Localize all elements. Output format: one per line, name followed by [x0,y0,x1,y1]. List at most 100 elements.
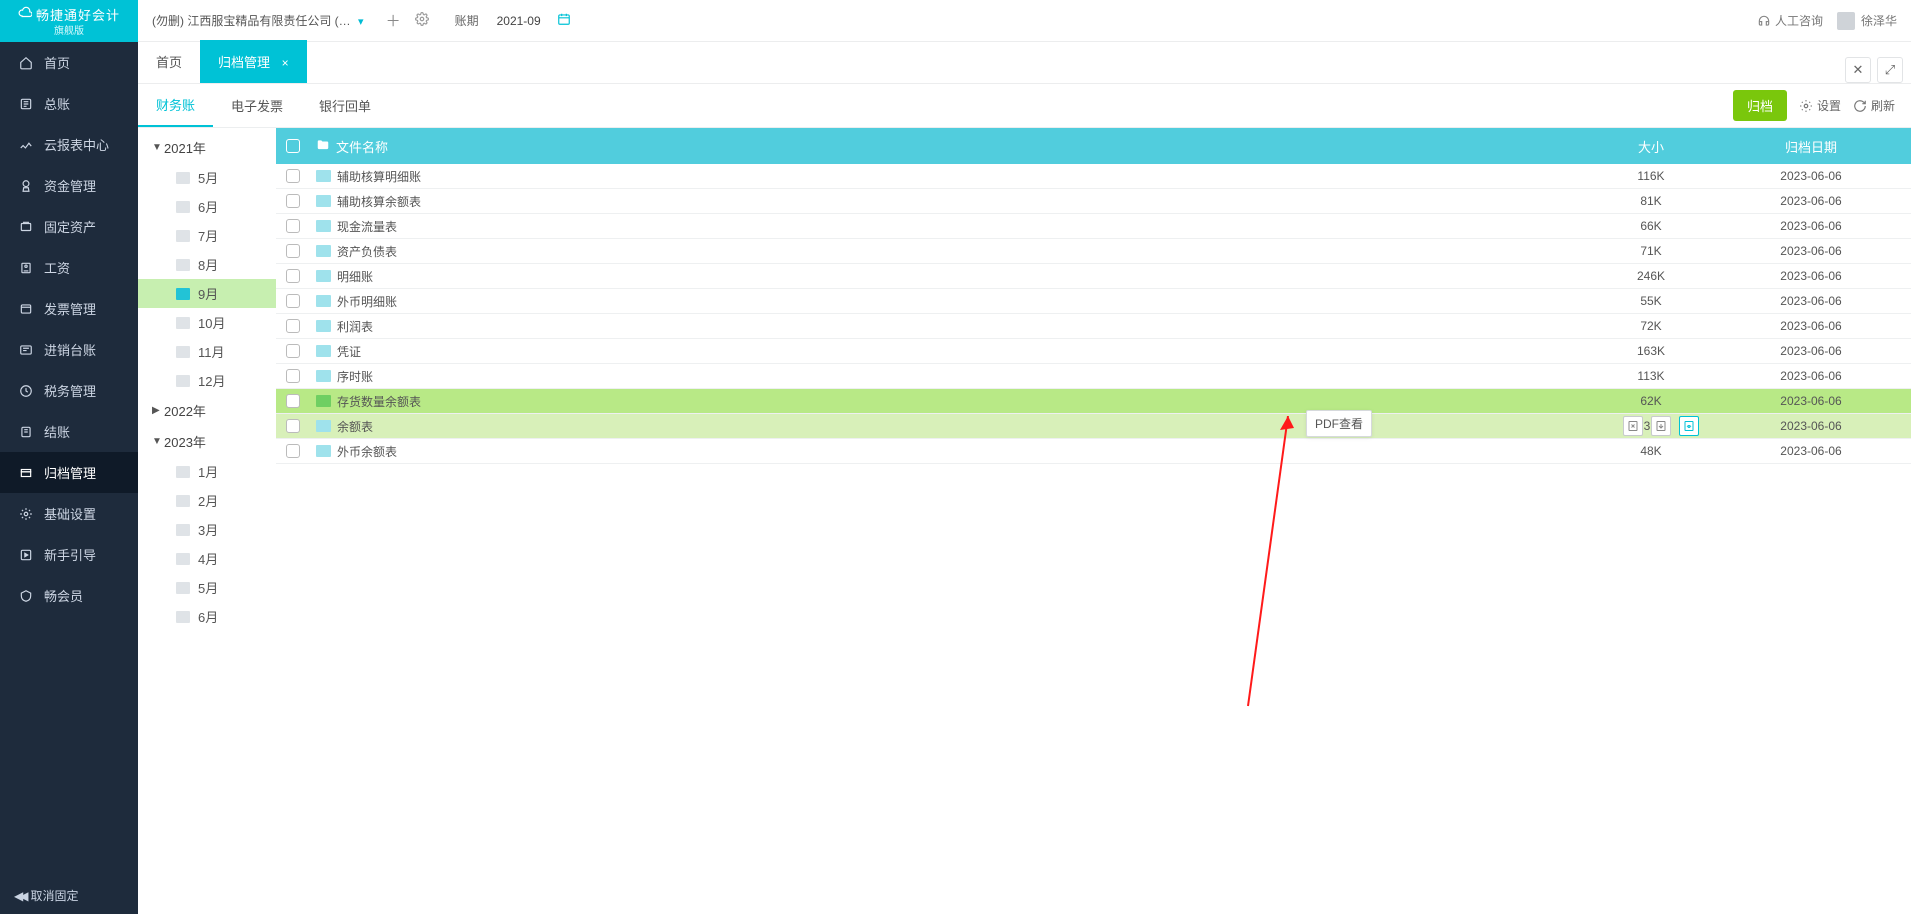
sidebar-item-3[interactable]: 资金管理 [0,165,138,206]
folder-icon [176,172,190,184]
sidebar-item-13[interactable]: 畅会员 [0,575,138,616]
table-row[interactable]: 存货数量余额表62K2023-06-06 [276,389,1911,414]
tree-month[interactable]: 7月 [138,221,276,250]
tree-month[interactable]: 6月 [138,192,276,221]
folder-icon [316,370,331,382]
download-pdf-icon[interactable] [1651,416,1671,436]
nav-label: 税务管理 [44,381,96,400]
sidebar-item-7[interactable]: 进销台账 [0,329,138,370]
table-header: 文件名称 大小 归档日期 [276,128,1911,164]
file-size: 116K [1591,169,1711,183]
tree-month[interactable]: 9月 [138,279,276,308]
sidebar-item-9[interactable]: 结账 [0,411,138,452]
tree-month[interactable]: 3月 [138,515,276,544]
sidebar-item-11[interactable]: 基础设置 [0,493,138,534]
tree-year[interactable]: ▶ 2022年 [138,395,276,426]
folder-icon [176,259,190,271]
folder-icon [316,295,331,307]
row-checkbox[interactable] [286,294,300,308]
table-row[interactable]: 辅助核算余额表81K2023-06-06 [276,189,1911,214]
calendar-icon[interactable] [557,12,571,29]
archive-button[interactable]: 归档 [1733,90,1787,121]
page-tab-strip: 首页 归档管理 × ✕ ⤢ [138,42,1911,84]
row-checkbox[interactable] [286,419,300,433]
row-checkbox[interactable] [286,369,300,383]
row-checkbox[interactable] [286,444,300,458]
window-close-button[interactable]: ✕ [1845,57,1871,83]
settings-link[interactable]: 设置 [1799,97,1841,114]
tree-month[interactable]: 11月 [138,337,276,366]
table-row[interactable]: 资产负债表71K2023-06-06 [276,239,1911,264]
close-icon[interactable]: × [282,56,289,70]
row-checkbox[interactable] [286,244,300,258]
tree-month[interactable]: 4月 [138,544,276,573]
refresh-link[interactable]: 刷新 [1853,97,1895,114]
subtab-finance[interactable]: 财务账 [138,84,213,127]
select-all-checkbox[interactable] [286,139,300,153]
table-row[interactable]: 利润表72K2023-06-06 [276,314,1911,339]
file-date: 2023-06-06 [1711,319,1911,333]
table-row[interactable]: 序时账113K2023-06-06 [276,364,1911,389]
folder-icon [316,395,331,407]
gear-icon[interactable] [415,12,429,29]
view-pdf-icon[interactable] [1679,416,1699,436]
table-row[interactable]: 外币余额表48K2023-06-06 [276,439,1911,464]
period-value[interactable]: 2021-09 [497,14,541,28]
table-row[interactable]: 余额表3K2023-06-06 [276,414,1911,439]
folder-icon [176,466,190,478]
cloud-icon [18,6,32,23]
sidebar-item-5[interactable]: 工资 [0,247,138,288]
sidebar-item-6[interactable]: 发票管理 [0,288,138,329]
sidebar-item-8[interactable]: 税务管理 [0,370,138,411]
tree-month[interactable]: 8月 [138,250,276,279]
settings-label: 设置 [1817,97,1841,114]
row-checkbox[interactable] [286,194,300,208]
window-fullscreen-button[interactable]: ⤢ [1877,57,1903,83]
tree-month[interactable]: 5月 [138,573,276,602]
row-checkbox[interactable] [286,169,300,183]
sidebar-item-2[interactable]: 云报表中心 [0,124,138,165]
folder-icon [176,611,190,623]
sidebar-item-4[interactable]: 固定资产 [0,206,138,247]
file-date: 2023-06-06 [1711,369,1911,383]
sidebar-item-10[interactable]: 归档管理 [0,452,138,493]
row-checkbox[interactable] [286,269,300,283]
folder-icon [316,220,331,232]
page-tab-archive[interactable]: 归档管理 × [200,40,307,83]
tree-month[interactable]: 1月 [138,457,276,486]
sidebar-item-12[interactable]: 新手引导 [0,534,138,575]
table-row[interactable]: 现金流量表66K2023-06-06 [276,214,1911,239]
sidebar-item-1[interactable]: 总账 [0,83,138,124]
subtab-bank[interactable]: 银行回单 [301,84,389,127]
subtab-einvoice[interactable]: 电子发票 [213,84,301,127]
table-row[interactable]: 辅助核算明细账116K2023-06-06 [276,164,1911,189]
tree-month[interactable]: 12月 [138,366,276,395]
tree-year[interactable]: ▼ 2021年 [138,132,276,163]
page-tab-home[interactable]: 首页 [138,40,200,83]
tree-month[interactable]: 2月 [138,486,276,515]
folder-icon [176,495,190,507]
tree-month-label: 6月 [198,607,218,626]
table-row[interactable]: 凭证163K2023-06-06 [276,339,1911,364]
support-link[interactable]: 人工咨询 [1757,12,1823,29]
file-date: 2023-06-06 [1711,244,1911,258]
tree-month[interactable]: 5月 [138,163,276,192]
table-row[interactable]: 外币明细账55K2023-06-06 [276,289,1911,314]
table-row[interactable]: 明细账246K2023-06-06 [276,264,1911,289]
sidebar-item-0[interactable]: 首页 [0,42,138,83]
row-checkbox[interactable] [286,394,300,408]
tree-month[interactable]: 6月 [138,602,276,631]
row-checkbox[interactable] [286,219,300,233]
download-excel-icon[interactable] [1623,416,1643,436]
logo: 畅捷通好会计 旗舰版 [0,0,138,42]
user-menu[interactable]: 徐泽华 [1837,12,1897,30]
tree-month[interactable]: 10月 [138,308,276,337]
row-checkbox[interactable] [286,344,300,358]
nav-icon [18,178,34,194]
add-icon[interactable]: ＋ [386,10,401,31]
row-checkbox[interactable] [286,319,300,333]
tree-year[interactable]: ▼ 2023年 [138,426,276,457]
company-selector[interactable]: (勿删) 江西服宝精品有限责任公司 (… ▾ [152,12,364,29]
tree-month-label: 9月 [198,284,218,303]
sidebar-unpin[interactable]: ◀◀ 取消固定 [0,877,138,914]
